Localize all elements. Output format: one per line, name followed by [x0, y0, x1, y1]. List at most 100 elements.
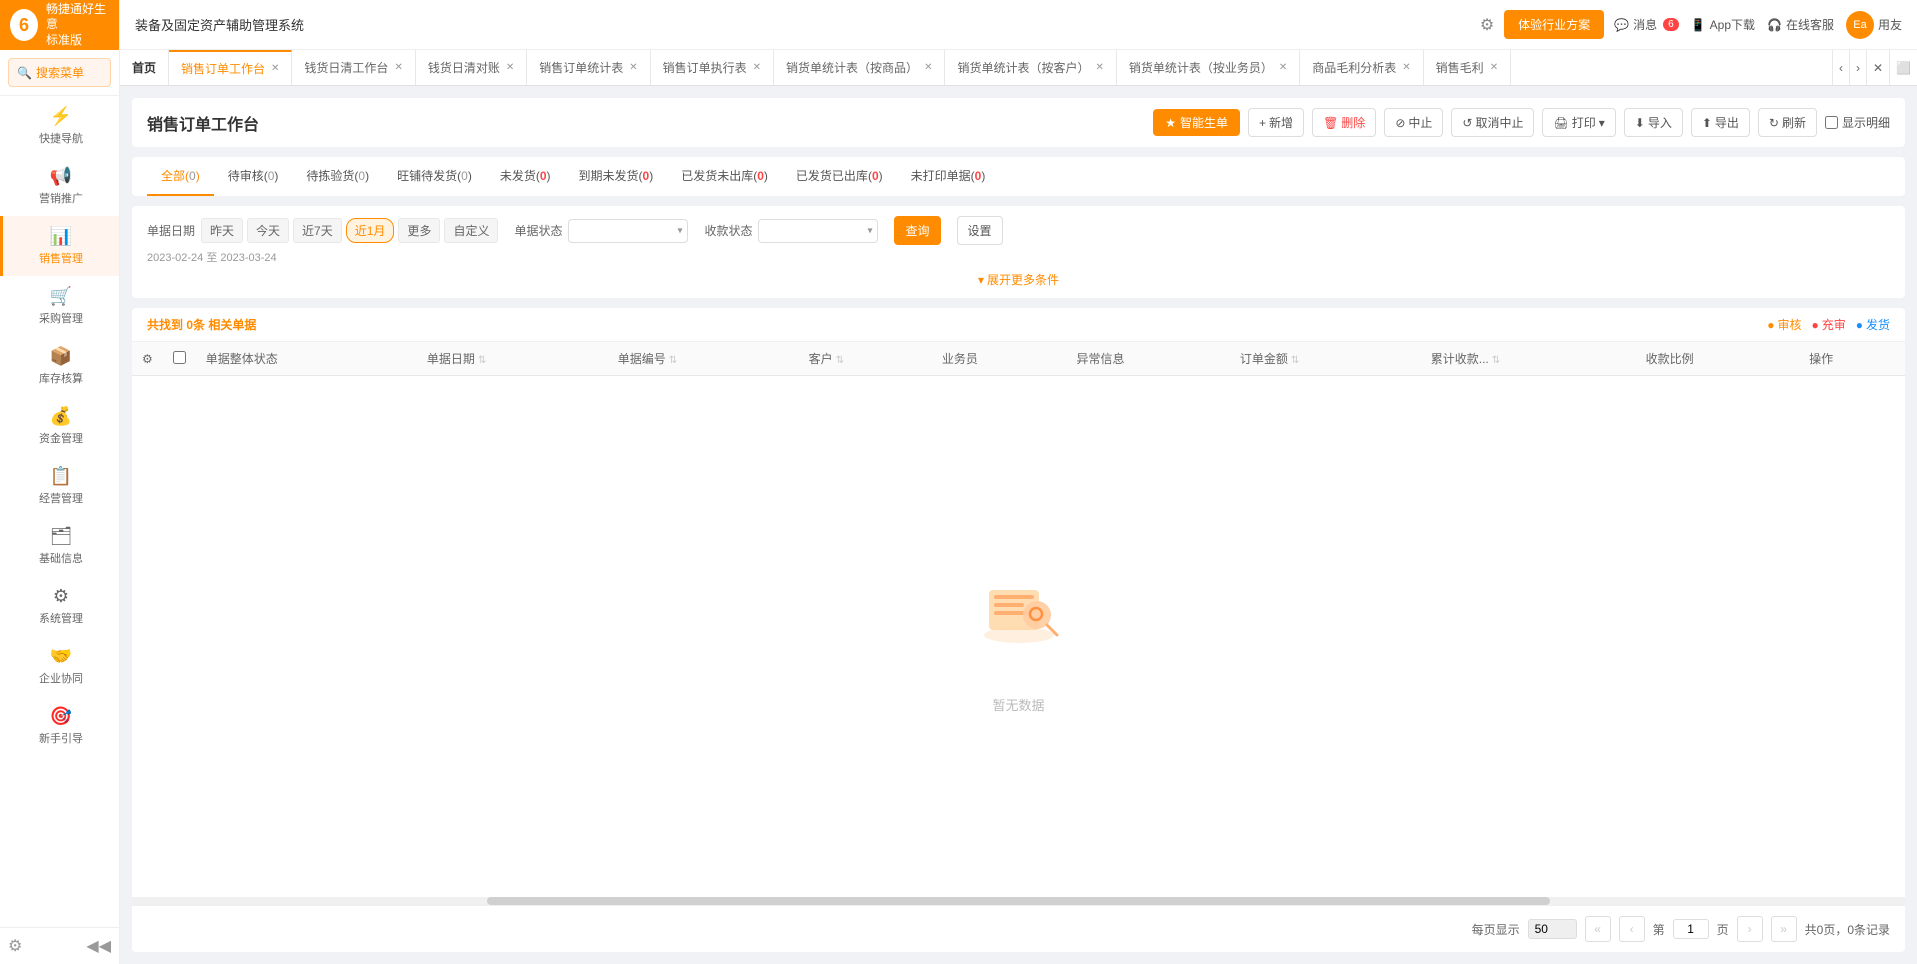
sidebar-item-newbie[interactable]: 🎯 新手引导	[0, 696, 119, 756]
show-details-checkbox[interactable]	[1825, 116, 1838, 129]
tab-sales-workbench[interactable]: 销售订单工作台 ✕	[169, 50, 292, 86]
export-btn[interactable]: ⬆ 导出	[1691, 108, 1750, 137]
delete-btn[interactable]: 🗑 删除	[1312, 108, 1376, 137]
print-btn[interactable]: 🖨 打印 ▾	[1542, 108, 1615, 137]
tab-sales-summary-staff[interactable]: 销货单统计表（按业务员） ✕	[1117, 50, 1300, 86]
th-checkbox[interactable]	[163, 342, 196, 376]
settings-filter-btn[interactable]: 设置	[957, 216, 1003, 245]
sidebar-item-finance[interactable]: 💰 资金管理	[0, 396, 119, 456]
page-last-btn[interactable]: »	[1771, 916, 1797, 942]
sidebar-item-inventory[interactable]: 📦 库存核算	[0, 336, 119, 396]
sub-tab-overdue-not-shipped[interactable]: 到期未发货(0)	[565, 157, 668, 196]
tab-gross-margin[interactable]: 商品毛利分析表 ✕	[1300, 50, 1423, 86]
sub-tab-wangpu-pending[interactable]: 旺铺待发货(0)	[383, 157, 486, 196]
tab-cash-account[interactable]: 钱货日清对账 ✕	[416, 50, 527, 86]
online-service-btn[interactable]: 🎧 在线客服	[1767, 16, 1834, 33]
expand-conditions-btn[interactable]: ▾ 展开更多条件	[978, 271, 1059, 288]
tab-close-summary-customer[interactable]: ✕	[1095, 62, 1103, 73]
scrollbar-thumb[interactable]	[487, 897, 1551, 905]
sidebar-item-enterprise[interactable]: 🤝 企业协同	[0, 636, 119, 696]
date-btn-7days[interactable]: 近7天	[293, 218, 342, 243]
th-amount[interactable]: 订单金额⇅	[1230, 342, 1421, 376]
th-staff: 业务员	[932, 342, 1067, 376]
sidebar-item-basic-info[interactable]: 🗂 基础信息	[0, 516, 119, 576]
sidebar-item-quick-nav[interactable]: ⚡ 快捷导航	[0, 96, 119, 156]
review-action-btn[interactable]: ● 审核	[1767, 316, 1801, 333]
settings-btn[interactable]: ⚙	[8, 936, 22, 956]
tab-close-cash-account[interactable]: ✕	[506, 62, 514, 73]
sidebar-item-system[interactable]: ⚙ 系统管理	[0, 576, 119, 636]
quick-nav-icon: ⚡	[50, 106, 72, 127]
tab-close-sales-stats[interactable]: ✕	[629, 62, 637, 73]
tab-close-sales-more[interactable]: ✕	[1490, 62, 1498, 73]
th-customer[interactable]: 客户⇅	[799, 342, 932, 376]
th-received[interactable]: 累计收款...⇅	[1421, 342, 1636, 376]
tab-sales-more[interactable]: 销售毛利 ✕	[1424, 50, 1511, 86]
tab-cash-daily[interactable]: 钱货日清工作台 ✕	[292, 50, 415, 86]
th-date[interactable]: 单据日期⇅	[417, 342, 608, 376]
tab-close-summary-product[interactable]: ✕	[924, 62, 932, 73]
scrollbar-area[interactable]	[132, 897, 1905, 905]
search-menu-button[interactable]: 🔍 搜索菜单	[8, 58, 111, 87]
collapse-btn[interactable]: ◀◀	[86, 936, 111, 956]
user-menu[interactable]: Ea 用友	[1846, 11, 1902, 39]
date-btn-custom[interactable]: 自定义	[444, 218, 498, 243]
filter-status-item: 单据状态 ▾	[514, 219, 688, 243]
date-btn-today[interactable]: 今天	[247, 218, 289, 243]
tab-close-summary-staff[interactable]: ✕	[1279, 62, 1287, 73]
sub-tab-not-shipped[interactable]: 未发货(0)	[486, 157, 565, 196]
query-btn[interactable]: 查询	[894, 216, 940, 245]
select-all-checkbox[interactable]	[173, 351, 186, 364]
sidebar-item-operation[interactable]: 📋 经营管理	[0, 456, 119, 516]
sub-tab-shipped-stored[interactable]: 已发货已出库(0)	[782, 157, 897, 196]
date-btn-yesterday[interactable]: 昨天	[201, 218, 243, 243]
system-settings-icon[interactable]: ⚙	[1480, 15, 1494, 35]
sub-tab-shipped-not-stored[interactable]: 已发货未出库(0)	[667, 157, 782, 196]
smart-create-btn[interactable]: ★ 智能生单	[1153, 109, 1240, 136]
add-btn[interactable]: + 新增	[1248, 108, 1304, 137]
payment-select[interactable]	[758, 219, 878, 243]
status-label: 单据状态	[514, 222, 562, 239]
sub-tab-all[interactable]: 全部(0)	[147, 157, 214, 196]
tab-close-cash-daily[interactable]: ✕	[394, 62, 402, 73]
sub-tab-pending-review[interactable]: 待审核(0)	[214, 157, 293, 196]
main-area: 装备及固定资产辅助管理系统 ⚙ 体验行业方案 💬 消息 6 📱 App下载 🎧 …	[120, 0, 1917, 964]
cancel-stop-btn[interactable]: ↺ 取消中止	[1451, 108, 1534, 137]
tab-close-sales-exec[interactable]: ✕	[753, 62, 761, 73]
th-number[interactable]: 单据编号⇅	[608, 342, 799, 376]
tab-close-sales-workbench[interactable]: ✕	[271, 63, 279, 74]
date-btn-1month[interactable]: 近1月	[346, 218, 395, 243]
status-select[interactable]	[568, 219, 688, 243]
industry-btn[interactable]: 体验行业方案	[1504, 10, 1604, 39]
ship-action-btn[interactable]: ● 发货	[1856, 316, 1890, 333]
show-details-label[interactable]: 显示明细	[1825, 114, 1890, 131]
th-settings[interactable]: ⚙	[132, 342, 163, 376]
tabs-close-all[interactable]: ✕	[1866, 50, 1889, 86]
sidebar-item-purchase[interactable]: 🛒 采购管理	[0, 276, 119, 336]
tabs-maximize[interactable]: ⬜	[1889, 50, 1917, 86]
tab-sales-exec[interactable]: 销售订单执行表 ✕	[651, 50, 774, 86]
tabs-nav-prev[interactable]: ‹	[1832, 50, 1849, 86]
tab-close-gross-margin[interactable]: ✕	[1402, 62, 1410, 73]
tabs-nav-next[interactable]: ›	[1849, 50, 1866, 86]
tab-sales-summary-product[interactable]: 销货单统计表（按商品） ✕	[774, 50, 945, 86]
sidebar-item-sales[interactable]: 📊 销售管理	[0, 216, 119, 276]
page-prev-btn[interactable]: ‹	[1619, 916, 1645, 942]
sub-tab-pending-inspect[interactable]: 待拣验货(0)	[292, 157, 383, 196]
page-input[interactable]	[1673, 919, 1709, 939]
cancel-review-action-btn[interactable]: ● 充审	[1811, 316, 1845, 333]
import-btn[interactable]: ⬇ 导入	[1624, 108, 1683, 137]
stop-btn[interactable]: ⊘ 中止	[1384, 108, 1443, 137]
sidebar-item-marketing[interactable]: 📢 营销推广	[0, 156, 119, 216]
tab-sales-stats[interactable]: 销售订单统计表 ✕	[527, 50, 650, 86]
per-page-select[interactable]: 50 100 200	[1528, 919, 1577, 939]
app-download-btn[interactable]: 📱 App下载	[1691, 16, 1755, 33]
message-btn[interactable]: 💬 消息 6	[1614, 16, 1679, 33]
sub-tab-not-printed[interactable]: 未打印单据(0)	[897, 157, 1000, 196]
tab-home[interactable]: 首页	[120, 50, 169, 86]
page-next-btn[interactable]: ›	[1737, 916, 1763, 942]
refresh-btn[interactable]: ↻ 刷新	[1758, 108, 1817, 137]
page-first-btn[interactable]: «	[1585, 916, 1611, 942]
tab-sales-summary-customer[interactable]: 销货单统计表（按客户） ✕	[945, 50, 1116, 86]
date-btn-more[interactable]: 更多	[398, 218, 440, 243]
